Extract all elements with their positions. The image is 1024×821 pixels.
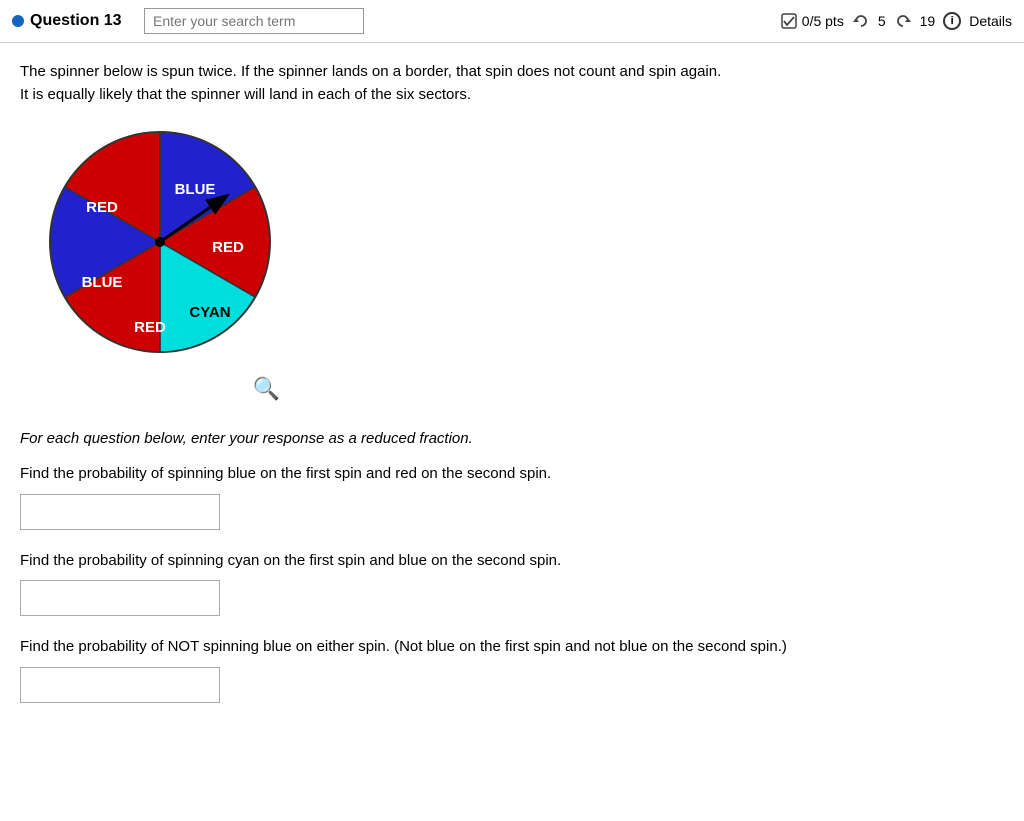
- question-3-text: Find the probability of NOT spinning blu…: [20, 636, 1004, 659]
- details-label: Details: [969, 13, 1012, 29]
- problem-line2: It is equally likely that the spinner wi…: [20, 84, 1004, 107]
- label-blue-top: BLUE: [175, 181, 216, 198]
- question-number: Question 13: [12, 12, 132, 30]
- answer-input-1[interactable]: [20, 494, 220, 530]
- undo-icon[interactable]: [852, 12, 870, 30]
- main-content: The spinner below is spun twice. If the …: [0, 43, 1024, 741]
- question-1-text: Find the probability of spinning blue on…: [20, 463, 1004, 486]
- status-dot: [12, 15, 24, 27]
- redo-count: 19: [920, 13, 936, 29]
- pts-label: 0/5 pts: [802, 13, 844, 29]
- label-red-right: RED: [212, 239, 244, 256]
- search-input[interactable]: [144, 8, 364, 34]
- header-meta: 0/5 pts 5 19 i Details: [780, 12, 1012, 30]
- question-3-block: Find the probability of NOT spinning blu…: [20, 636, 1004, 703]
- label-red-left: RED: [86, 199, 118, 216]
- spinner-container: BLUE RED CYAN RED BLUE RED 🔍: [40, 122, 300, 412]
- undo-count: 5: [878, 13, 886, 29]
- spinner-center: [155, 237, 165, 247]
- instructions: For each question below, enter your resp…: [20, 430, 1004, 447]
- info-icon[interactable]: i: [943, 12, 961, 30]
- label-blue-left: BLUE: [82, 274, 123, 291]
- question-1-block: Find the probability of spinning blue on…: [20, 463, 1004, 530]
- pts-badge: 0/5 pts: [780, 12, 844, 30]
- question-title: Question 13: [30, 12, 122, 30]
- label-red-bottom: RED: [134, 319, 166, 336]
- problem-description: The spinner below is spun twice. If the …: [20, 61, 1004, 106]
- answer-input-3[interactable]: [20, 667, 220, 703]
- question-2-block: Find the probability of spinning cyan on…: [20, 550, 1004, 617]
- label-cyan: CYAN: [189, 304, 230, 321]
- answer-input-2[interactable]: [20, 580, 220, 616]
- question-2-text: Find the probability of spinning cyan on…: [20, 550, 1004, 573]
- problem-line1: The spinner below is spun twice. If the …: [20, 61, 1004, 84]
- checkbox-icon: [780, 12, 798, 30]
- spinner-svg: BLUE RED CYAN RED BLUE RED: [40, 122, 280, 362]
- header: Question 13 0/5 pts 5 19 i Details: [0, 0, 1024, 43]
- magnifier-icon: 🔍: [253, 376, 280, 402]
- redo-icon[interactable]: [894, 12, 912, 30]
